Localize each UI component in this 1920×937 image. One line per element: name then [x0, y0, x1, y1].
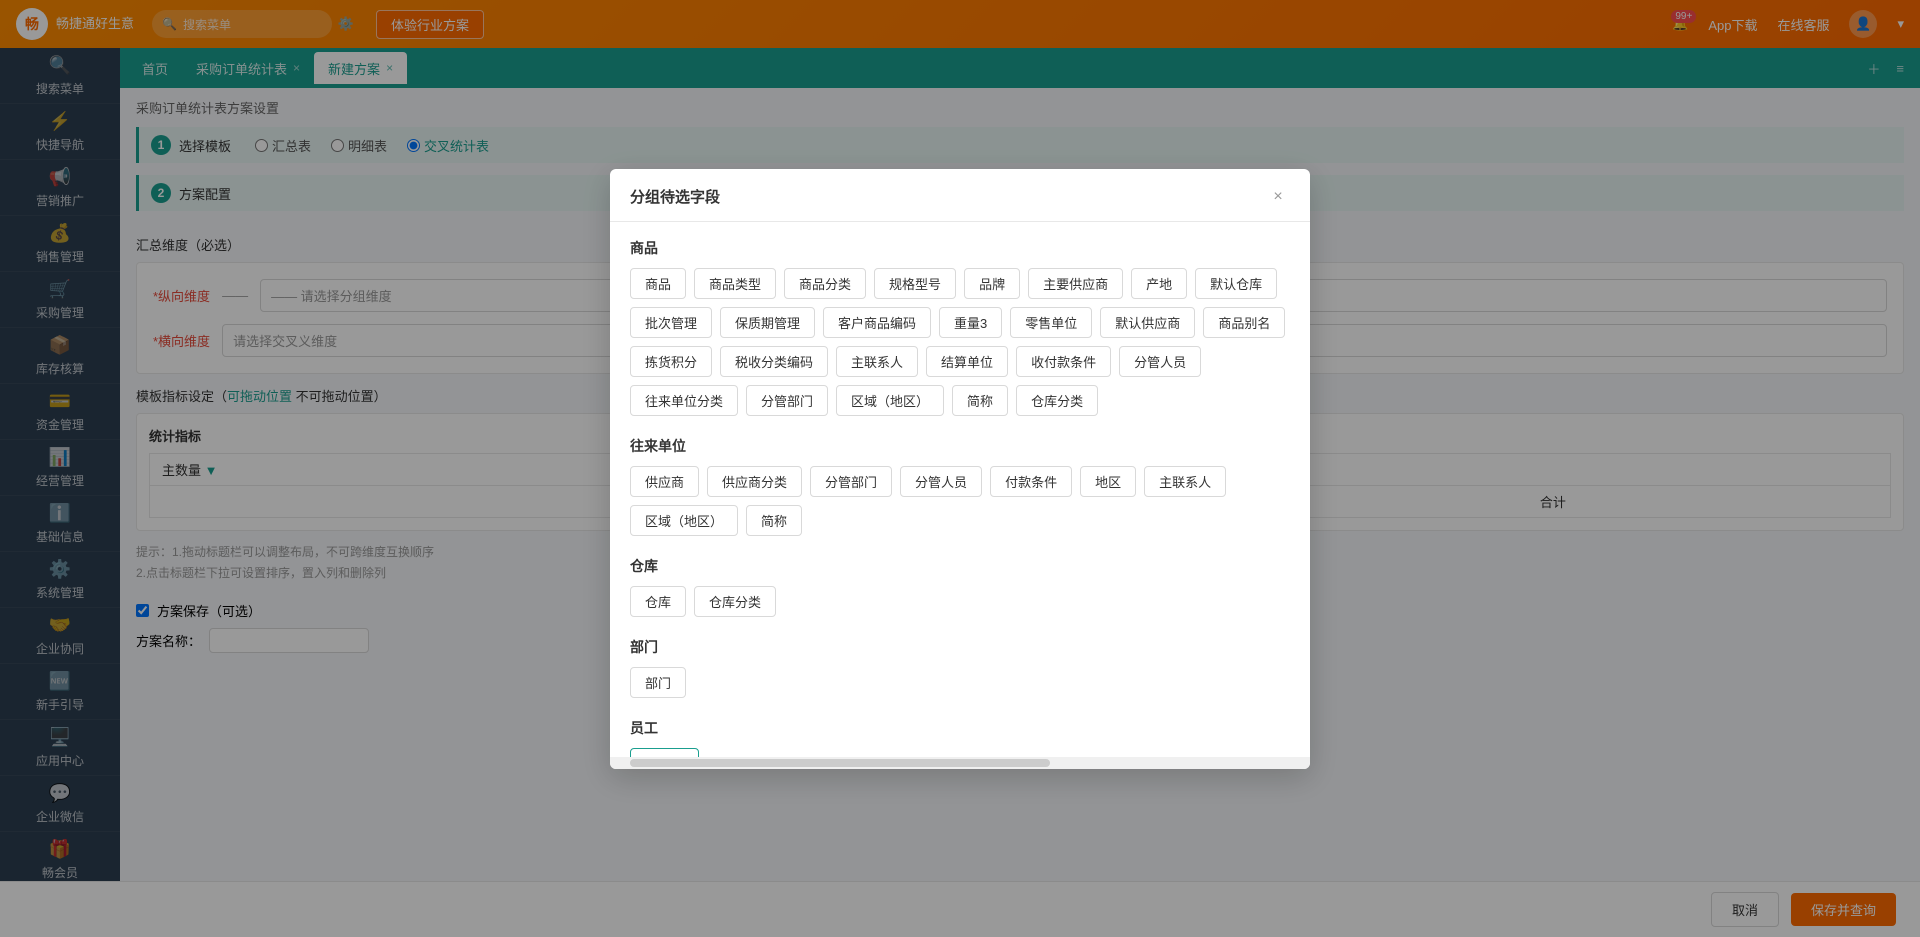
field-tag-0-8[interactable]: 批次管理	[630, 307, 712, 338]
field-select-dialog: 分组待选字段 × 商品商品商品类型商品分类规格型号品牌主要供应商产地默认仓库批次…	[610, 169, 1310, 769]
field-tag-1-4[interactable]: 付款条件	[990, 466, 1072, 497]
field-tag-0-22[interactable]: 分管部门	[746, 385, 828, 416]
field-tag-3-0[interactable]: 部门	[630, 667, 686, 698]
field-tag-0-10[interactable]: 客户商品编码	[823, 307, 931, 338]
dialog-title: 分组待选字段	[630, 186, 720, 207]
field-tag-1-8[interactable]: 简称	[746, 505, 802, 536]
field-tag-0-15[interactable]: 拣货积分	[630, 346, 712, 377]
dialog-hscrollbar[interactable]	[610, 757, 1310, 769]
dialog-section-tags-1: 供应商供应商分类分管部门分管人员付款条件地区主联系人区域（地区） 简称	[630, 466, 1290, 536]
field-tag-0-7[interactable]: 默认仓库	[1195, 268, 1277, 299]
dialog-section-title-4: 员工	[630, 718, 1290, 738]
field-tag-0-19[interactable]: 收付款条件	[1016, 346, 1111, 377]
dialog-section-0: 商品商品商品类型商品分类规格型号品牌主要供应商产地默认仓库批次管理保质期管理客户…	[630, 238, 1290, 416]
field-tag-0-0[interactable]: 商品	[630, 268, 686, 299]
field-tag-1-2[interactable]: 分管部门	[810, 466, 892, 497]
dialog-section-title-0: 商品	[630, 238, 1290, 258]
field-tag-1-7[interactable]: 区域（地区）	[630, 505, 738, 536]
dialog-section-2: 仓库仓库仓库分类	[630, 556, 1290, 617]
field-tag-1-5[interactable]: 地区	[1080, 466, 1136, 497]
dialog-body: 商品商品商品类型商品分类规格型号品牌主要供应商产地默认仓库批次管理保质期管理客户…	[610, 222, 1310, 757]
field-tag-0-4[interactable]: 品牌	[964, 268, 1020, 299]
field-tag-1-1[interactable]: 供应商分类	[707, 466, 802, 497]
field-tag-0-25[interactable]: 仓库分类	[1016, 385, 1098, 416]
field-tag-4-0[interactable]: 业务员	[630, 748, 699, 757]
field-tag-0-3[interactable]: 规格型号	[874, 268, 956, 299]
field-tag-2-0[interactable]: 仓库	[630, 586, 686, 617]
field-tag-1-3[interactable]: 分管人员	[900, 466, 982, 497]
field-tag-0-5[interactable]: 主要供应商	[1028, 268, 1123, 299]
field-tag-1-6[interactable]: 主联系人	[1144, 466, 1226, 497]
dialog-section-title-3: 部门	[630, 637, 1290, 657]
dialog-section-1: 往来单位供应商供应商分类分管部门分管人员付款条件地区主联系人区域（地区） 简称	[630, 436, 1290, 536]
dialog-section-tags-0: 商品商品类型商品分类规格型号品牌主要供应商产地默认仓库批次管理保质期管理客户商品…	[630, 268, 1290, 416]
field-tag-0-23[interactable]: 区域（地区）	[836, 385, 944, 416]
dialog-section-3: 部门部门	[630, 637, 1290, 698]
field-tag-0-21[interactable]: 往来单位分类	[630, 385, 738, 416]
dialog-section-title-1: 往来单位	[630, 436, 1290, 456]
field-tag-0-12[interactable]: 零售单位	[1010, 307, 1092, 338]
field-tag-0-16[interactable]: 税收分类编码	[720, 346, 828, 377]
field-tag-0-1[interactable]: 商品类型	[694, 268, 776, 299]
dialog-section-title-2: 仓库	[630, 556, 1290, 576]
field-tag-0-2[interactable]: 商品分类	[784, 268, 866, 299]
dialog-section-tags-2: 仓库仓库分类	[630, 586, 1290, 617]
field-tag-0-14[interactable]: 商品别名	[1203, 307, 1285, 338]
field-tag-2-1[interactable]: 仓库分类	[694, 586, 776, 617]
modal-overlay: 分组待选字段 × 商品商品商品类型商品分类规格型号品牌主要供应商产地默认仓库批次…	[0, 0, 1920, 937]
dialog-close-btn[interactable]: ×	[1266, 185, 1290, 209]
dialog-section-tags-3: 部门	[630, 667, 1290, 698]
field-tag-0-24[interactable]: 简称	[952, 385, 1008, 416]
dialog-section-tags-4: 业务员	[630, 748, 1290, 757]
dialog-section-4: 员工业务员	[630, 718, 1290, 757]
field-tag-1-0[interactable]: 供应商	[630, 466, 699, 497]
field-tag-0-6[interactable]: 产地	[1131, 268, 1187, 299]
field-tag-0-18[interactable]: 结算单位	[926, 346, 1008, 377]
field-tag-0-9[interactable]: 保质期管理	[720, 307, 815, 338]
dialog-hscroll-thumb	[630, 759, 1050, 767]
field-tag-0-20[interactable]: 分管人员	[1119, 346, 1201, 377]
dialog-header: 分组待选字段 ×	[610, 169, 1310, 222]
field-tag-0-17[interactable]: 主联系人	[836, 346, 918, 377]
field-tag-0-11[interactable]: 重量3	[939, 307, 1002, 338]
field-tag-0-13[interactable]: 默认供应商	[1100, 307, 1195, 338]
